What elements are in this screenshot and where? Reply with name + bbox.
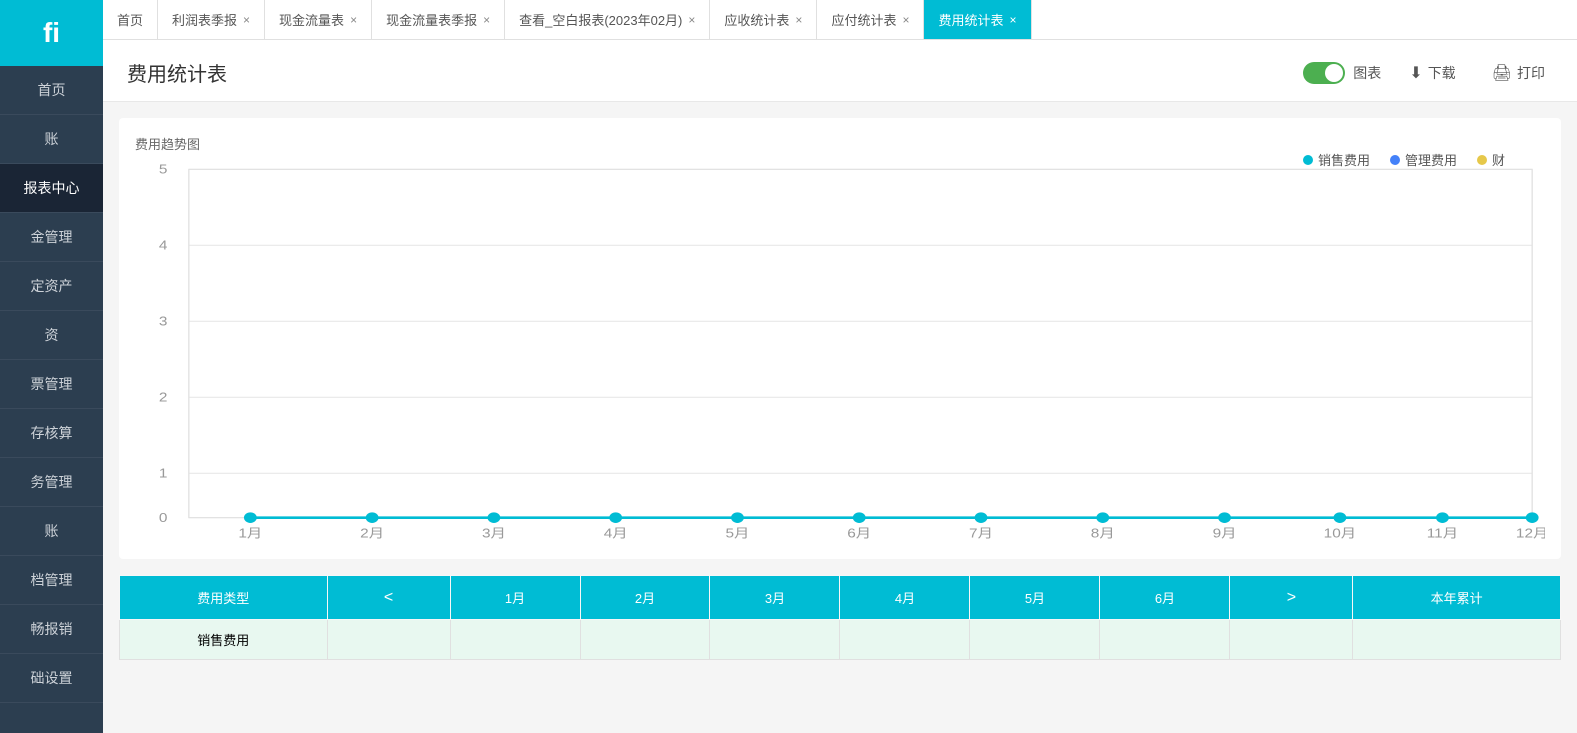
svg-text:5: 5 — [159, 163, 168, 176]
svg-text:6月: 6月 — [847, 526, 871, 540]
table-body: 销售费用 — [120, 620, 1561, 660]
row-total — [1353, 620, 1561, 660]
sidebar-item-畅报销[interactable]: 畅报销 — [0, 605, 103, 654]
svg-text:9月: 9月 — [1213, 526, 1237, 540]
tab-close-费用统计表[interactable]: × — [1009, 13, 1016, 27]
sidebar: fi 首页账报表中心金管理定资产资票管理存核算务管理账档管理畅报销础设置 — [0, 0, 103, 733]
chart-toggle-wrap[interactable]: 图表 — [1303, 62, 1381, 84]
table-area: 费用类型 < 1月 2月 3月 4月 5月 6月 > 本年累计 销售费用 — [119, 575, 1561, 660]
sidebar-item-票管理[interactable]: 票管理 — [0, 360, 103, 409]
col-month-3: 3月 — [710, 576, 840, 620]
sidebar-item-资[interactable]: 资 — [0, 311, 103, 360]
tab-close-现金流量表[interactable]: × — [350, 13, 357, 27]
svg-text:3: 3 — [159, 314, 168, 328]
sidebar-item-定资产[interactable]: 定资产 — [0, 262, 103, 311]
svg-text:3月: 3月 — [482, 526, 506, 540]
download-label: 下载 — [1428, 63, 1456, 83]
col-type: 费用类型 — [120, 576, 328, 620]
sidebar-item-存核算[interactable]: 存核算 — [0, 409, 103, 458]
svg-text:11月: 11月 — [1427, 526, 1458, 540]
tab-close-查看_空白报表(2023年02月)[interactable]: × — [688, 13, 695, 27]
svg-text:2: 2 — [159, 390, 168, 404]
svg-text:10月: 10月 — [1324, 526, 1356, 540]
row-value-5 — [970, 620, 1100, 660]
svg-text:1: 1 — [159, 466, 168, 480]
nav-prev-arrow[interactable]: < — [380, 589, 397, 606]
chart-toggle[interactable] — [1303, 62, 1345, 84]
col-month-6: 6月 — [1100, 576, 1230, 620]
svg-text:5月: 5月 — [725, 526, 749, 540]
svg-text:7月: 7月 — [969, 526, 993, 540]
nav-next-arrow[interactable]: > — [1283, 589, 1300, 606]
tab-现金流量表[interactable]: 现金流量表× — [265, 0, 372, 39]
sidebar-item-账[interactable]: 账 — [0, 115, 103, 164]
col-total: 本年累计 — [1353, 576, 1561, 620]
tab-利润表季报[interactable]: 利润表季报× — [158, 0, 265, 39]
sidebar-nav: 首页账报表中心金管理定资产资票管理存核算务管理账档管理畅报销础设置 — [0, 66, 103, 733]
row-value-4 — [840, 620, 970, 660]
row-value-3 — [710, 620, 840, 660]
tab-现金流量表季报[interactable]: 现金流量表季报× — [372, 0, 505, 39]
sidebar-item-础设置[interactable]: 础设置 — [0, 654, 103, 703]
tab-应付统计表[interactable]: 应付统计表× — [817, 0, 924, 39]
tab-费用统计表[interactable]: 费用统计表× — [924, 0, 1031, 39]
col-nav-prev[interactable]: < — [327, 576, 450, 620]
col-month-4: 4月 — [840, 576, 970, 620]
svg-text:0: 0 — [159, 510, 168, 524]
download-icon: ⬇ — [1409, 63, 1422, 83]
svg-text:4: 4 — [159, 238, 168, 252]
page-header: 费用统计表 图表 ⬇ 下载 🖨 打印 — [103, 40, 1577, 102]
svg-text:1月: 1月 — [238, 526, 262, 540]
data-table: 费用类型 < 1月 2月 3月 4月 5月 6月 > 本年累计 销售费用 — [119, 575, 1561, 660]
table-header-row: 费用类型 < 1月 2月 3月 4月 5月 6月 > 本年累计 — [120, 576, 1561, 620]
svg-text:4月: 4月 — [604, 526, 628, 540]
line-chart: 5 4 3 2 1 0 1月 2月 — [135, 163, 1545, 543]
row-value-6 — [1100, 620, 1230, 660]
row-value-2 — [580, 620, 710, 660]
svg-text:8月: 8月 — [1091, 526, 1115, 540]
row-type: 销售费用 — [120, 620, 328, 660]
tab-close-现金流量表季报[interactable]: × — [483, 13, 490, 27]
sidebar-item-报表中心[interactable]: 报表中心 — [0, 164, 103, 213]
col-nav-next[interactable]: > — [1230, 576, 1353, 620]
svg-text:12月: 12月 — [1516, 526, 1545, 540]
sidebar-item-档管理[interactable]: 档管理 — [0, 556, 103, 605]
col-month-2: 2月 — [580, 576, 710, 620]
tab-close-应收统计表[interactable]: × — [795, 13, 802, 27]
svg-text:2月: 2月 — [360, 526, 384, 540]
page-content: 费用统计表 图表 ⬇ 下载 🖨 打印 费用趋势图 — [103, 40, 1577, 733]
col-month-5: 5月 — [970, 576, 1100, 620]
print-button[interactable]: 🖨 打印 — [1484, 59, 1553, 87]
chart-container: 5 4 3 2 1 0 1月 2月 — [135, 163, 1545, 543]
sidebar-item-务管理[interactable]: 务管理 — [0, 458, 103, 507]
tab-close-利润表季报[interactable]: × — [243, 13, 250, 27]
tab-close-应付统计表[interactable]: × — [902, 13, 909, 27]
header-actions: 图表 ⬇ 下载 🖨 打印 — [1303, 59, 1553, 87]
tab-查看_空白报表(2023年02月)[interactable]: 查看_空白报表(2023年02月)× — [505, 0, 710, 39]
row-value-1 — [450, 620, 580, 660]
chart-area: 费用趋势图 销售费用管理费用财 5 4 3 2 1 0 — [119, 118, 1561, 559]
row-nav2-empty — [1230, 620, 1353, 660]
tab-bar: 首页利润表季报×现金流量表×现金流量表季报×查看_空白报表(2023年02月)×… — [103, 0, 1577, 40]
col-month-1: 1月 — [450, 576, 580, 620]
sidebar-item-首页[interactable]: 首页 — [0, 66, 103, 115]
sidebar-item-账[interactable]: 账 — [0, 507, 103, 556]
tab-首页[interactable]: 首页 — [103, 0, 158, 39]
main-area: 首页利润表季报×现金流量表×现金流量表季报×查看_空白报表(2023年02月)×… — [103, 0, 1577, 733]
tab-应收统计表[interactable]: 应收统计表× — [710, 0, 817, 39]
page-title: 费用统计表 — [127, 58, 227, 87]
print-label: 打印 — [1517, 63, 1545, 83]
row-nav-empty — [327, 620, 450, 660]
sidebar-item-金管理[interactable]: 金管理 — [0, 213, 103, 262]
print-icon: 🖨 — [1492, 63, 1512, 83]
table-row: 销售费用 — [120, 620, 1561, 660]
download-button[interactable]: ⬇ 下载 — [1401, 59, 1463, 87]
sidebar-logo: fi — [0, 0, 103, 66]
chart-toggle-label: 图表 — [1353, 63, 1381, 83]
